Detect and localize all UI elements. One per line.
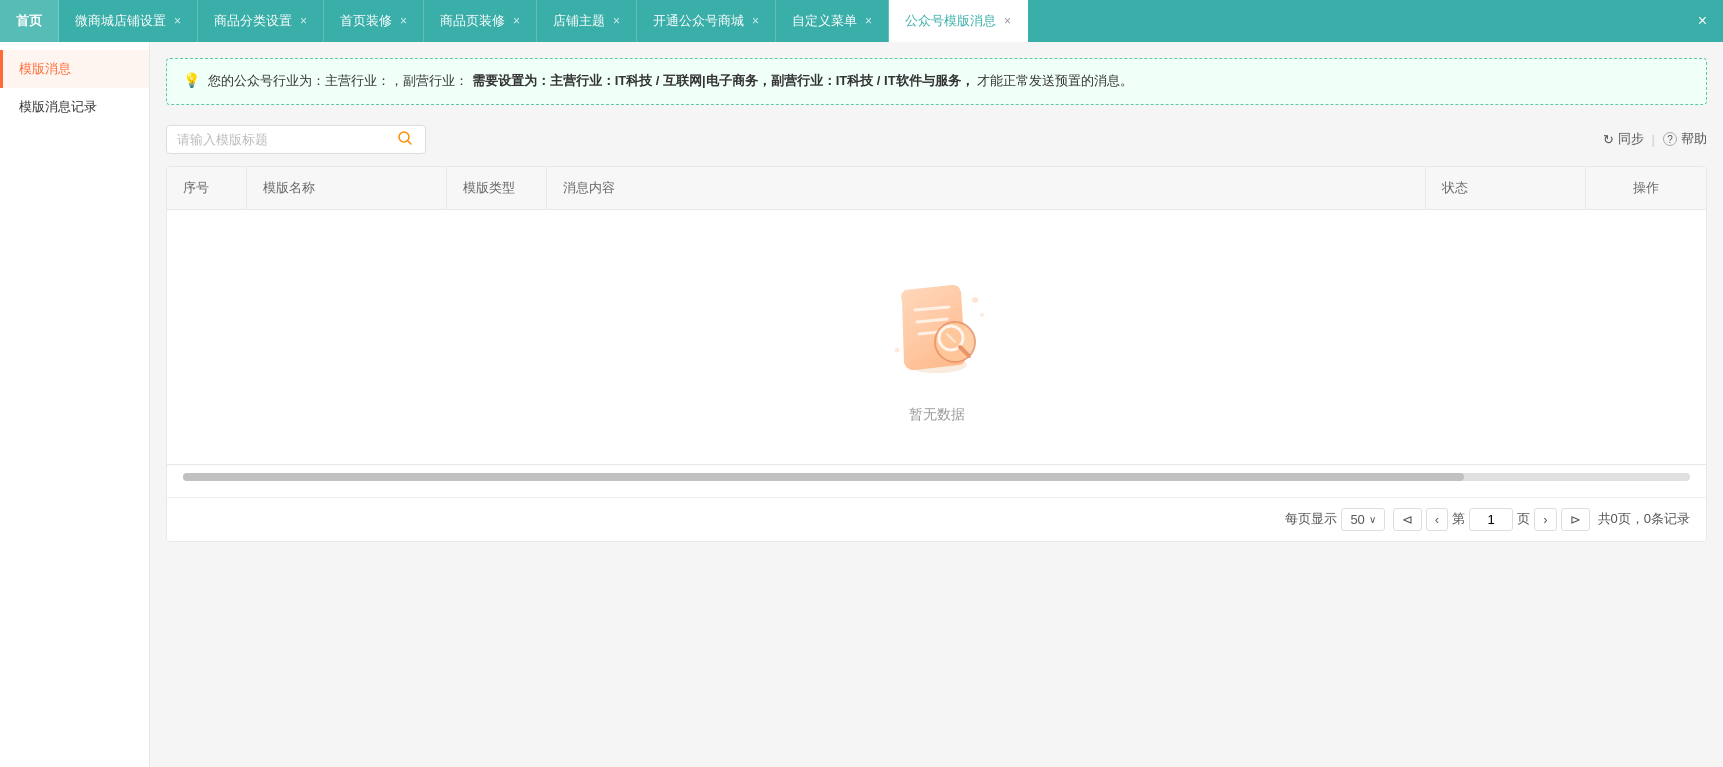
tab-template-msg[interactable]: 公众号模版消息 × [889, 0, 1028, 42]
tab-custom-menu-close[interactable]: × [865, 14, 872, 28]
svg-point-11 [980, 313, 984, 317]
page-text: 第 [1452, 510, 1465, 528]
th-seq: 序号 [167, 167, 247, 209]
sync-icon: ↻ [1603, 132, 1614, 147]
svg-line-1 [408, 141, 411, 144]
tab-home-decor-label: 首页装修 [340, 12, 392, 30]
sync-label: 同步 [1618, 130, 1644, 148]
chevron-down-icon: ∨ [1369, 514, 1376, 525]
tab-open-mall[interactable]: 开通公众号商城 × [637, 0, 776, 42]
search-input-wrap[interactable] [166, 125, 426, 154]
table-wrap: 序号 模版名称 模版类型 消息内容 状态 操作 [166, 166, 1707, 542]
page-nav: ⊲ ‹ 第 页 › ⊳ [1393, 508, 1590, 531]
th-action: 操作 [1586, 167, 1706, 209]
last-page-icon: ⊳ [1570, 512, 1581, 527]
tab-shop-theme-label: 店铺主题 [553, 12, 605, 30]
action-divider: | [1652, 132, 1655, 147]
th-name: 模版名称 [247, 167, 447, 209]
th-status: 状态 [1426, 167, 1586, 209]
tab-home[interactable]: 首页 [0, 0, 59, 42]
sidebar-item-template-msg-log[interactable]: 模版消息记录 [0, 88, 149, 126]
prev-page-button[interactable]: ‹ [1426, 508, 1448, 531]
help-icon: ? [1663, 132, 1677, 146]
total-info: 共0页，0条记录 [1598, 510, 1690, 528]
tab-shop-theme[interactable]: 店铺主题 × [537, 0, 637, 42]
th-content: 消息内容 [547, 167, 1426, 209]
last-page-button[interactable]: ⊳ [1561, 508, 1590, 531]
empty-text: 暂无数据 [909, 406, 965, 424]
tab-category-settings[interactable]: 商品分类设置 × [198, 0, 324, 42]
page-number-input[interactable] [1469, 508, 1513, 531]
search-input[interactable] [177, 132, 397, 147]
close-all-button[interactable]: × [1682, 12, 1723, 30]
pagination: 每页显示 50 ∨ ⊲ ‹ 第 页 [167, 497, 1706, 541]
per-page-value: 50 [1350, 512, 1364, 527]
page-label: 页 [1517, 510, 1530, 528]
svg-point-10 [972, 297, 978, 303]
search-actions: ↻ 同步 | ? 帮助 [1603, 130, 1707, 148]
sync-button[interactable]: ↻ 同步 [1603, 130, 1644, 148]
fake-scrollbar[interactable] [183, 473, 1690, 481]
notice-text: 您的公众号行业为：主营行业：，副营行业： 需要设置为：主营行业：IT科技 / 互… [208, 71, 1133, 92]
first-page-button[interactable]: ⊲ [1393, 508, 1422, 531]
search-bar: ↻ 同步 | ? 帮助 [166, 125, 1707, 154]
tab-home-decor-close[interactable]: × [400, 14, 407, 28]
table-header: 序号 模版名称 模版类型 消息内容 状态 操作 [167, 167, 1706, 210]
help-button[interactable]: ? 帮助 [1663, 130, 1707, 148]
fake-scrollbar-thumb [183, 473, 1464, 481]
help-label: 帮助 [1681, 130, 1707, 148]
tab-product-decor-close[interactable]: × [513, 14, 520, 28]
notice-icon: 💡 [183, 72, 200, 88]
tab-product-decor[interactable]: 商品页装修 × [424, 0, 537, 42]
next-page-icon: › [1543, 512, 1547, 527]
notice-text-before: 您的公众号行业为：主营行业：，副营行业： [208, 73, 468, 88]
tab-home-label: 首页 [16, 12, 42, 30]
tab-category-settings-label: 商品分类设置 [214, 12, 292, 30]
empty-icon [877, 270, 997, 390]
tab-custom-menu[interactable]: 自定义菜单 × [776, 0, 889, 42]
th-type: 模版类型 [447, 167, 547, 209]
per-page-select[interactable]: 50 ∨ [1341, 508, 1384, 531]
first-page-icon: ⊲ [1402, 512, 1413, 527]
content-area: 💡 您的公众号行业为：主营行业：，副营行业： 需要设置为：主营行业：IT科技 /… [150, 42, 1723, 767]
tab-product-decor-label: 商品页装修 [440, 12, 505, 30]
tab-template-msg-label: 公众号模版消息 [905, 12, 996, 30]
tab-shop-settings[interactable]: 微商城店铺设置 × [59, 0, 198, 42]
search-button[interactable] [397, 130, 413, 149]
main-layout: 模版消息 模版消息记录 💡 您的公众号行业为：主营行业：，副营行业： 需要设置为… [0, 42, 1723, 767]
sidebar-item-template-msg[interactable]: 模版消息 [0, 50, 149, 88]
notice-box: 💡 您的公众号行业为：主营行业：，副营行业： 需要设置为：主营行业：IT科技 /… [166, 58, 1707, 105]
next-page-button[interactable]: › [1534, 508, 1556, 531]
prev-page-icon: ‹ [1435, 512, 1439, 527]
notice-text-after: 才能正常发送预置的消息。 [977, 73, 1133, 88]
notice-highlight: 需要设置为：主营行业：IT科技 / 互联网|电子商务，副营行业：IT科技 / I… [472, 73, 974, 88]
tab-shop-theme-close[interactable]: × [613, 14, 620, 28]
tab-category-settings-close[interactable]: × [300, 14, 307, 28]
per-page-label: 每页显示 [1285, 510, 1337, 528]
scroll-bar-area [167, 464, 1706, 497]
tab-shop-settings-label: 微商城店铺设置 [75, 12, 166, 30]
tab-home-decor[interactable]: 首页装修 × [324, 0, 424, 42]
sidebar-item-template-msg-log-label: 模版消息记录 [19, 99, 97, 114]
tab-custom-menu-label: 自定义菜单 [792, 12, 857, 30]
page-size-select: 每页显示 50 ∨ [1285, 508, 1384, 531]
sidebar: 模版消息 模版消息记录 [0, 42, 150, 767]
tab-bar: 首页 微商城店铺设置 × 商品分类设置 × 首页装修 × 商品页装修 × 店铺主… [0, 0, 1723, 42]
tab-template-msg-close[interactable]: × [1004, 14, 1011, 28]
sidebar-item-template-msg-label: 模版消息 [19, 61, 71, 76]
tab-open-mall-label: 开通公众号商城 [653, 12, 744, 30]
svg-point-12 [894, 347, 899, 352]
empty-state: 暂无数据 [167, 210, 1706, 464]
tab-open-mall-close[interactable]: × [752, 14, 759, 28]
tab-shop-settings-close[interactable]: × [174, 14, 181, 28]
